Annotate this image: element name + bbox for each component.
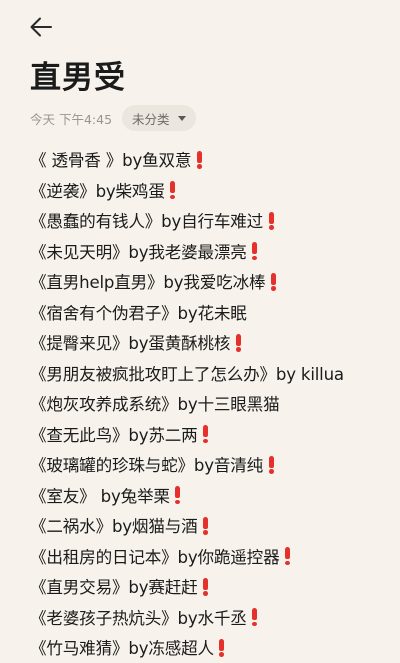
note-line: 《玻璃罐的珍珠与蛇》by音清纯 [30, 449, 395, 480]
note-meta: 今天 下午4:45 未分类 [30, 104, 196, 132]
category-dropdown[interactable]: 未分类 [122, 105, 196, 131]
note-line: 《炮灰攻养成系统》by十三眼黑猫 [30, 388, 395, 419]
note-line-text: 《宿舍有个伪君子》by花未眠 [30, 303, 247, 323]
chevron-down-icon [177, 116, 186, 121]
note-line: 《直男交易》by赛赶赶 [30, 571, 395, 602]
note-line-text: 《出租房的日记本》by你跪遥控器 [30, 547, 280, 567]
note-line-text: 《玻璃罐的珍珠与蛇》by音清纯 [30, 456, 264, 476]
note-line: 《室友》 by兔举栗 [30, 480, 395, 511]
exclamation-icon [201, 424, 211, 444]
note-line-text: 《男朋友被疯批攻盯上了怎么办》by killua [30, 364, 344, 384]
note-line: 《男朋友被疯批攻盯上了怎么办》by killua [30, 358, 395, 389]
note-line: 《逆袭》by柴鸡蛋 [30, 175, 395, 206]
note-line: 《查无此鸟》by苏二两 [30, 419, 395, 450]
exclamation-icon [194, 150, 204, 169]
exclamation-icon [282, 546, 292, 566]
exclamation-icon [217, 638, 227, 657]
exclamation-icon [201, 577, 211, 596]
note-line: 《 透骨香 》by鱼双意 [30, 144, 395, 175]
note-line: 《宿舍有个伪君子》by花未眠 [30, 297, 395, 328]
exclamation-icon [266, 455, 276, 474]
note-line: 《未见天明》by我老婆最漂亮 [30, 236, 395, 267]
note-line-text: 《炮灰攻养成系统》by十三眼黑猫 [30, 395, 280, 415]
note-line-text: 《 透骨香 》by鱼双意 [30, 151, 192, 171]
exclamation-icon [201, 516, 211, 535]
note-body[interactable]: 《 透骨香 》by鱼双意 《逆袭》by柴鸡蛋《愚蠢的有钱人》by自行车难过 《未见天… [30, 144, 395, 663]
exclamation-icon [250, 241, 260, 261]
exclamation-icon [233, 333, 243, 352]
note-line: 《竹马难猜》by冻感超人 [30, 632, 395, 663]
note-line-text: 《直男help直男》by我爱吃冰棒 [30, 273, 266, 293]
note-line: 《老婆孩子热炕头》by水千丞 [30, 602, 395, 633]
note-line-text: 《愚蠢的有钱人》by自行车难过 [30, 212, 264, 232]
note-line-text: 《查无此鸟》by苏二两 [30, 425, 198, 445]
exclamation-icon [250, 607, 260, 627]
note-line: 《提臀来见》by蛋黄酥桃核 [30, 327, 395, 358]
note-line-text: 《竹马难猜》by冻感超人 [30, 639, 214, 659]
note-line: 《愚蠢的有钱人》by自行车难过 [30, 205, 395, 236]
note-line: 《二祸水》by烟猫与酒 [30, 510, 395, 541]
category-label: 未分类 [132, 111, 170, 127]
back-button[interactable] [26, 12, 56, 42]
note-date: 今天 下午4:45 [30, 111, 113, 127]
note-title: 直男受 [30, 60, 126, 96]
note-line-text: 《提臀来见》by蛋黄酥桃核 [30, 334, 231, 354]
exclamation-icon [268, 272, 278, 291]
exclamation-icon [168, 180, 178, 200]
note-line: 《出租房的日记本》by你跪遥控器 [30, 541, 395, 572]
note-line-text: 《未见天明》by我老婆最漂亮 [30, 242, 247, 262]
note-line-text: 《逆袭》by柴鸡蛋 [30, 181, 165, 201]
note-line-text: 《直男交易》by赛赶赶 [30, 578, 198, 598]
note-line-text: 《二祸水》by烟猫与酒 [30, 517, 198, 537]
note-line-text: 《老婆孩子热炕头》by水千丞 [30, 608, 247, 628]
note-line-text: 《室友》 by兔举栗 [30, 486, 170, 506]
arrow-left-icon [30, 17, 52, 37]
exclamation-icon [173, 485, 183, 505]
note-line: 《直男help直男》by我爱吃冰棒 [30, 266, 395, 297]
exclamation-icon [266, 211, 276, 230]
